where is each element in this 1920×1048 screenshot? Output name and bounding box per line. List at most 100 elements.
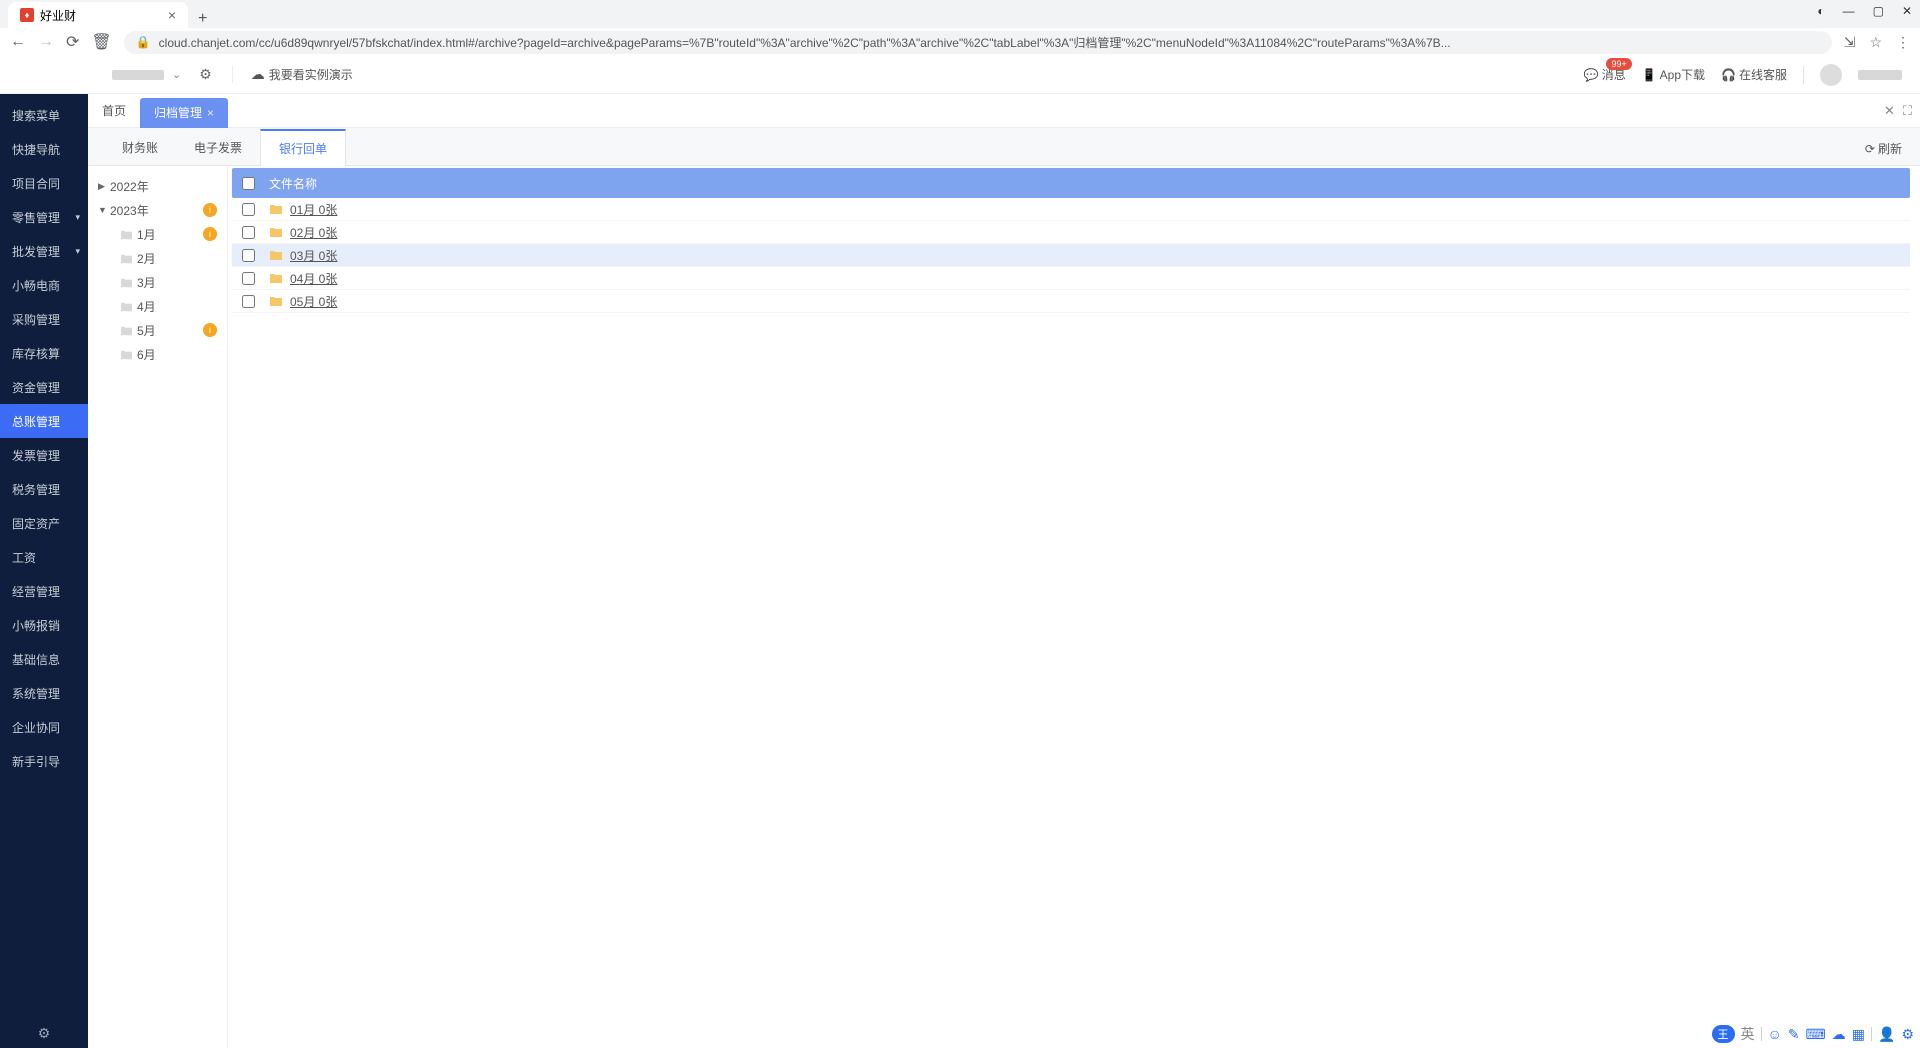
browser-tab[interactable]: ♦ 好业财 ×	[8, 2, 188, 28]
file-name-link[interactable]: 02月 0张	[290, 224, 337, 241]
forward-button[interactable]: →	[38, 33, 54, 51]
delete-icon[interactable]: 🗑	[91, 32, 111, 52]
sidebar-item[interactable]: 基础信息	[0, 642, 88, 676]
folder-icon	[120, 325, 133, 336]
tab-close-icon[interactable]: ×	[168, 7, 176, 23]
org-settings-icon[interactable]: ⚙	[199, 66, 212, 83]
tabs-right-controls: ✕ ⛶	[1884, 103, 1920, 119]
sidebar-item[interactable]: 搜索菜单	[0, 98, 88, 132]
tree-label: 1月	[137, 226, 156, 243]
fullscreen-icon[interactable]: ⛶	[1903, 103, 1912, 119]
support-button[interactable]: 🎧 在线客服	[1721, 66, 1787, 83]
tab-archive[interactable]: 归档管理 ×	[140, 98, 228, 128]
sidebar-item[interactable]: 固定资产	[0, 506, 88, 540]
maximize-icon[interactable]: ▢	[1873, 4, 1884, 18]
file-list: 文件名称 01月 0张 02月 0张 03月 0张 04月 0张 05月 0张	[228, 166, 1920, 1048]
menu-icon[interactable]: ⋮	[1896, 34, 1910, 51]
sidebar-item[interactable]: 资金管理	[0, 370, 88, 404]
tab-close-icon[interactable]: ×	[207, 106, 214, 120]
sidebar-item[interactable]: 系统管理	[0, 676, 88, 710]
sidebar-item[interactable]: 零售管理▾	[0, 200, 88, 234]
ime-screenshot-icon[interactable]: ▦	[1852, 1026, 1865, 1043]
demo-link[interactable]: ☁ 我要看实例演示	[232, 66, 353, 83]
new-tab-button[interactable]: +	[188, 10, 217, 28]
ime-emoji-icon[interactable]: ☺	[1768, 1026, 1782, 1042]
star-icon[interactable]: ☆	[1869, 34, 1882, 51]
row-checkbox[interactable]	[242, 226, 255, 239]
row-checkbox[interactable]	[242, 249, 255, 262]
tree-month-4[interactable]: 4月	[88, 294, 227, 318]
file-row[interactable]: 01月 0张	[232, 198, 1910, 221]
year-tree: ▶ 2022年 ▼ 2023年 i 1月 i 2月 3月 4月 5月 i	[88, 166, 228, 1048]
subtab-einvoice[interactable]: 电子发票	[176, 130, 260, 165]
close-window-icon[interactable]: ✕	[1902, 4, 1912, 18]
tree-month-3[interactable]: 3月	[88, 270, 227, 294]
row-checkbox[interactable]	[242, 203, 255, 216]
subtab-bank[interactable]: 银行回单	[260, 129, 346, 166]
file-row[interactable]: 02月 0张	[232, 221, 1910, 244]
refresh-button[interactable]: ⟳ 刷新	[1865, 140, 1902, 165]
ime-main-icon[interactable]: 王	[1712, 1025, 1735, 1043]
browser-tab-bar: ♦ 好业财 × + ◐ — ▢ ✕	[0, 0, 1920, 28]
file-row[interactable]: 05月 0张	[232, 290, 1910, 313]
sidebar-item[interactable]: 小畅报销	[0, 608, 88, 642]
sidebar-item[interactable]: 发票管理	[0, 438, 88, 472]
file-row[interactable]: 04月 0张	[232, 267, 1910, 290]
ime-lang[interactable]: 英	[1741, 1024, 1755, 1044]
sidebar-settings[interactable]: ⚙	[0, 1018, 88, 1048]
sidebar-item[interactable]: 小畅电商	[0, 268, 88, 302]
ime-keyboard-icon[interactable]: ⌨	[1806, 1026, 1826, 1043]
sidebar-item[interactable]: 新手引导	[0, 744, 88, 778]
ime-edit-icon[interactable]: ✎	[1788, 1026, 1800, 1043]
tree-label: 3月	[137, 274, 156, 291]
file-name-link[interactable]: 03月 0张	[290, 247, 337, 264]
row-checkbox[interactable]	[242, 295, 255, 308]
sidebar-item[interactable]: 快捷导航	[0, 132, 88, 166]
tree-month-5[interactable]: 5月 i	[88, 318, 227, 342]
tree-month-2[interactable]: 2月	[88, 246, 227, 270]
row-checkbox[interactable]	[242, 272, 255, 285]
tree-month-6[interactable]: 6月	[88, 342, 227, 366]
file-row[interactable]: 03月 0张	[232, 244, 1910, 267]
messages-button[interactable]: 💬 消息 99+	[1584, 66, 1626, 83]
select-all-checkbox[interactable]	[242, 177, 255, 190]
url-field[interactable]: 🔒 cloud.chanjet.com/cc/u6d89qwnryel/57bf…	[124, 31, 1832, 54]
org-selector[interactable]: ⌄	[100, 64, 193, 85]
tab-home[interactable]: 首页	[88, 94, 140, 127]
sidebar-item[interactable]: 批发管理▾	[0, 234, 88, 268]
refresh-label: 刷新	[1878, 140, 1902, 157]
tree-year-2023[interactable]: ▼ 2023年 i	[88, 198, 227, 222]
content-area: ▶ 2022年 ▼ 2023年 i 1月 i 2月 3月 4月 5月 i	[88, 166, 1920, 1048]
ime-cloud-icon[interactable]: ☁	[1832, 1026, 1846, 1043]
sidebar-item[interactable]: 企业协同	[0, 710, 88, 744]
file-name-link[interactable]: 05月 0张	[290, 293, 337, 310]
ime-settings-icon[interactable]: ⚙	[1901, 1026, 1914, 1043]
reload-button[interactable]: ⟳	[66, 32, 79, 52]
tree-month-1[interactable]: 1月 i	[88, 222, 227, 246]
subtab-finance[interactable]: 财务账	[104, 130, 176, 165]
sidebar-item[interactable]: 税务管理	[0, 472, 88, 506]
sidebar-item[interactable]: 采购管理	[0, 302, 88, 336]
file-name-link[interactable]: 04月 0张	[290, 270, 337, 287]
sidebar-item[interactable]: 总账管理	[0, 404, 88, 438]
tabs-close-all-icon[interactable]: ✕	[1884, 103, 1895, 119]
lock-icon: 🔒	[136, 35, 151, 49]
minimize-icon[interactable]: —	[1843, 4, 1855, 18]
incognito-icon[interactable]: ◐	[1817, 4, 1824, 18]
sidebar-item[interactable]: 项目合同	[0, 166, 88, 200]
ime-user-icon[interactable]: 👤	[1878, 1026, 1895, 1043]
avatar[interactable]	[1820, 64, 1842, 86]
sidebar-item[interactable]: 工资	[0, 540, 88, 574]
install-icon[interactable]: ⇲	[1844, 34, 1856, 51]
file-name-link[interactable]: 01月 0张	[290, 201, 337, 218]
headset-icon: 🎧	[1721, 68, 1736, 82]
file-list-header: 文件名称	[232, 168, 1910, 198]
sub-tabs: 财务账 电子发票 银行回单 ⟳ 刷新	[88, 128, 1920, 166]
sidebar-item[interactable]: 经营管理	[0, 574, 88, 608]
header-filename: 文件名称	[269, 175, 317, 192]
tree-year-2022[interactable]: ▶ 2022年	[88, 174, 227, 198]
sidebar-item[interactable]: 库存核算	[0, 336, 88, 370]
back-button[interactable]: ←	[10, 33, 26, 51]
window-controls: ◐ — ▢ ✕	[1817, 4, 1912, 18]
app-download-button[interactable]: 📱 App下载	[1642, 66, 1705, 83]
